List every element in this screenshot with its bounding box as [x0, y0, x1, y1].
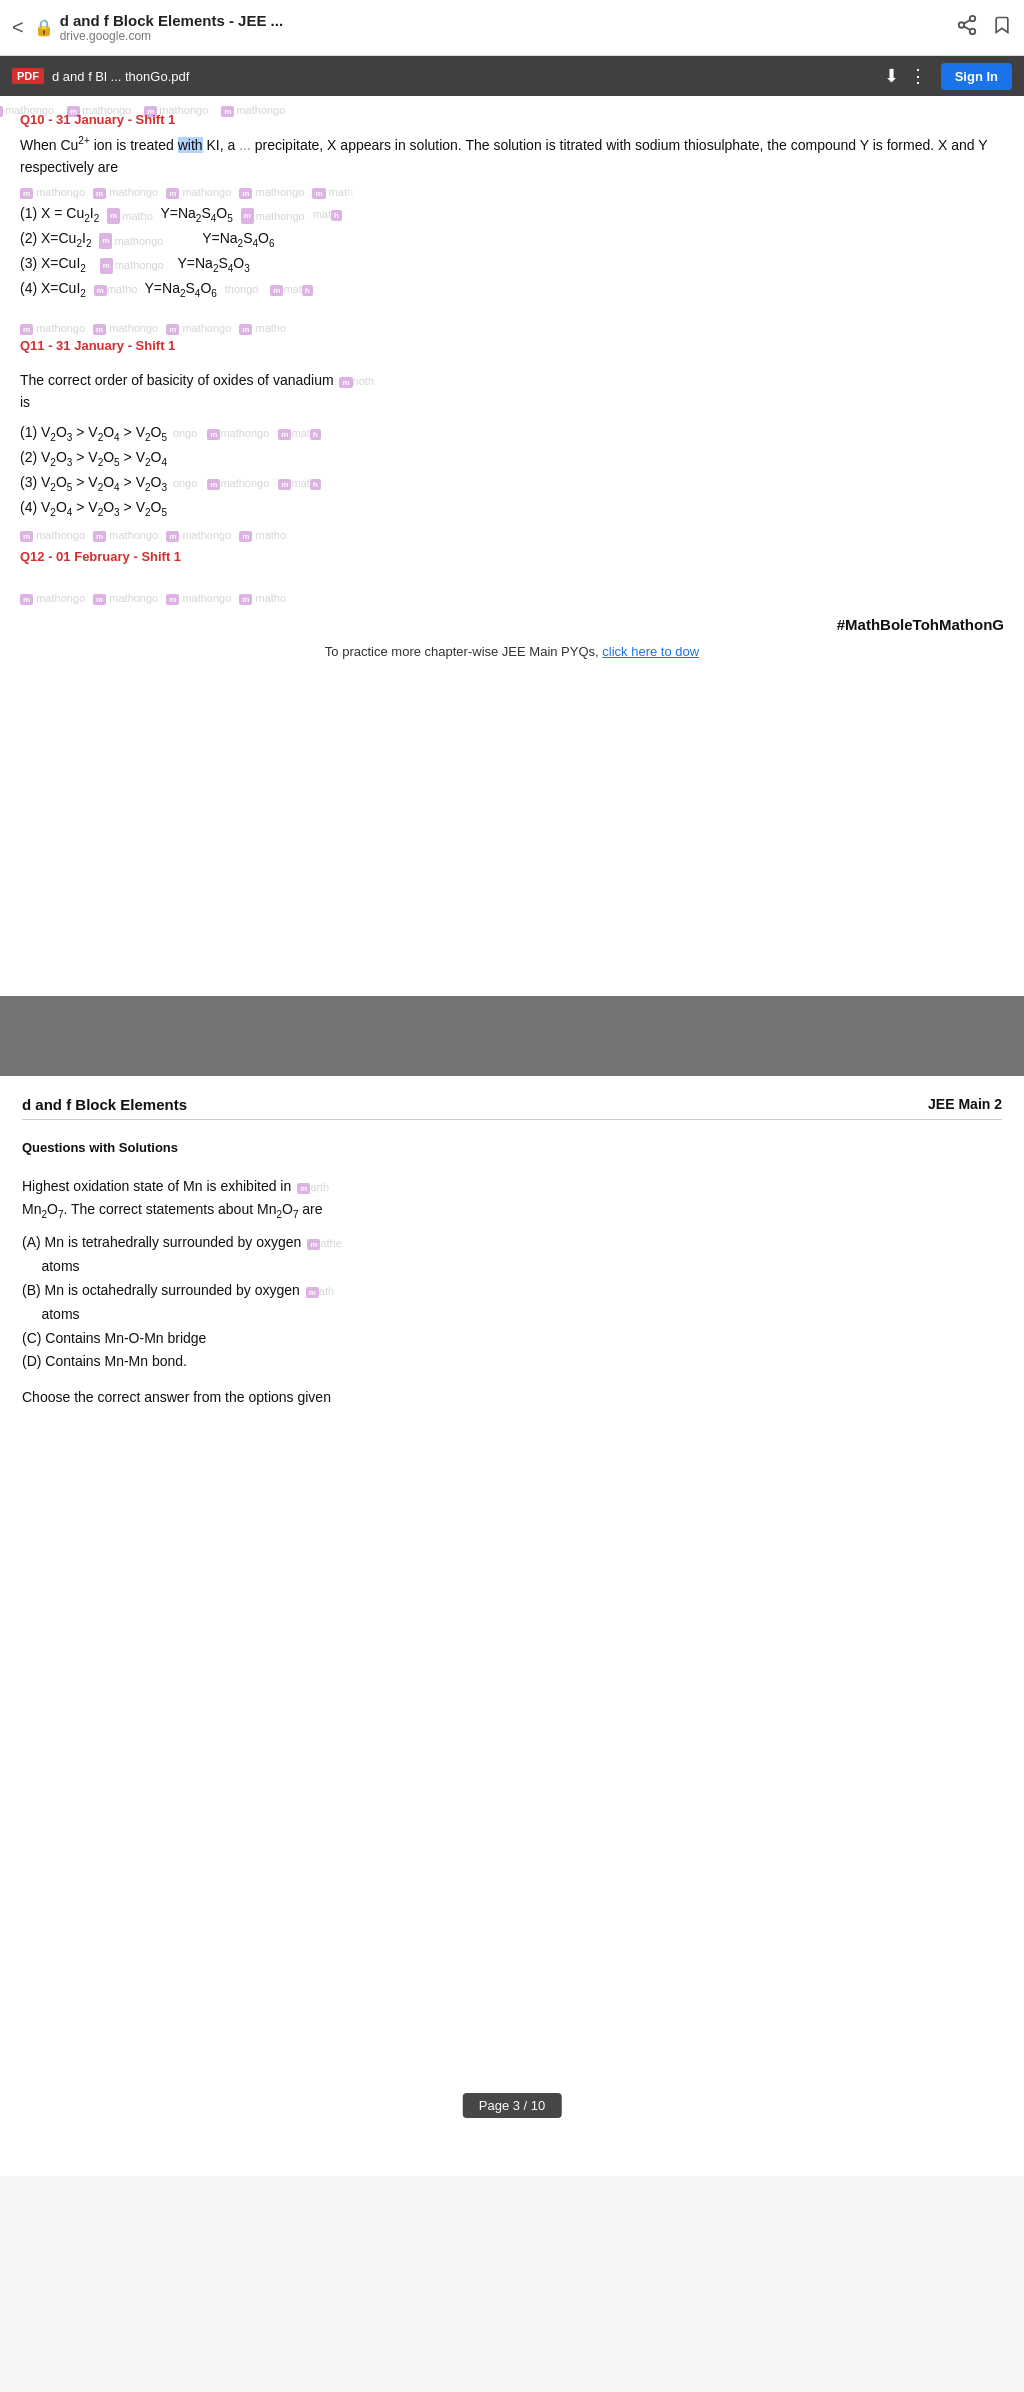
svg-point-2: [970, 29, 976, 34]
svg-line-3: [964, 26, 970, 30]
browser-title: d and f Block Elements - JEE ...: [60, 12, 956, 29]
option-d: (D) Contains Mn-Mn bond.: [22, 1350, 1002, 1374]
bookmark-icon[interactable]: [992, 14, 1012, 41]
svg-point-1: [959, 22, 965, 28]
page2-question: Highest oxidation state of Mn is exhibit…: [22, 1175, 1002, 1223]
q11-text: The correct order of basicity of oxides …: [20, 369, 1004, 414]
pdf-filename: d and f Bl ... thonGo.pdf: [52, 69, 884, 84]
q10-option-4: (4) X=CuI2 mmatho Y=Na2S4O6 thongo mmath: [20, 277, 1004, 302]
page-2-title: d and f Block Elements: [22, 1096, 187, 1113]
page-2-subtitle: JEE Main 2: [928, 1096, 1002, 1113]
branding-cta: To practice more chapter-wise JEE Main P…: [325, 644, 699, 659]
browser-title-block: d and f Block Elements - JEE ... drive.g…: [60, 12, 956, 43]
q10-options: (1) X = Cu2I2 mmatho Y=Na2S4O5 mmathongo…: [20, 202, 1004, 301]
branding-hash: #MathBoleTohMathonG: [837, 616, 1004, 633]
q10-text: When Cu2+ ion is treated with KI, a ... …: [20, 133, 1004, 178]
pdf-toolbar: PDF d and f Bl ... thonGo.pdf ⬇ ⋮ Sign I…: [0, 56, 1024, 96]
q11-options: (1) V2O3 > V2O4 > V2O5 ongo mmathongo mm…: [20, 421, 1004, 520]
with-highlight: with: [178, 137, 203, 153]
back-button[interactable]: <: [12, 16, 24, 39]
pdf-page-1: mmathongo mmathongo mmathongo mmathongo …: [0, 96, 1024, 996]
q11-label: Q11 - 31 January - Shift 1: [20, 338, 1004, 353]
option-a: (A) Mn is tetrahedrally surrounded by ox…: [22, 1231, 1002, 1279]
option-b: (B) Mn is octahedrally surrounded by oxy…: [22, 1279, 1002, 1327]
download-icon[interactable]: ⬇: [884, 65, 899, 87]
svg-line-4: [964, 20, 970, 24]
page-indicator-text: Page 3 / 10: [479, 2098, 546, 2113]
page-2-header: d and f Block Elements JEE Main 2: [22, 1096, 1002, 1120]
svg-point-0: [970, 16, 976, 22]
sign-in-button[interactable]: Sign In: [941, 63, 1012, 90]
branding-link[interactable]: click here to dow: [602, 644, 699, 659]
pdf-menu-icon[interactable]: ⋮: [909, 65, 927, 87]
q11-option-2: (2) V2O3 > V2O5 > V2O4: [20, 446, 1004, 471]
q10-option-2: (2) X=Cu2I2 mmathongo Y=Na2S4O6: [20, 227, 1004, 252]
page-indicator: Page 3 / 10: [463, 2093, 562, 2118]
browser-actions: [956, 14, 1012, 41]
lock-icon: 🔒: [34, 18, 54, 37]
pdf-label: PDF: [12, 68, 44, 84]
browser-url: drive.google.com: [60, 29, 956, 43]
q10-option-3: (3) X=CuI2 mmathongo Y=Na2S4O3: [20, 252, 1004, 277]
q12-label: Q12 - 01 February - Shift 1: [20, 549, 1004, 564]
question-10-label: Q10 - 31 January - Shift 1: [20, 112, 1004, 127]
footer-instruction: Choose the correct answer from the optio…: [22, 1386, 1002, 1409]
share-icon[interactable]: [956, 14, 978, 41]
page2-options: (A) Mn is tetrahedrally surrounded by ox…: [22, 1231, 1002, 1374]
q11-option-4: (4) V2O4 > V2O3 > V2O5: [20, 496, 1004, 521]
q10-label: Q10 - 31 January - Shift 1: [20, 112, 1004, 127]
section-label: Questions with Solutions: [22, 1140, 1002, 1155]
page-gap: [0, 996, 1024, 1076]
browser-bar: < 🔒 d and f Block Elements - JEE ... dri…: [0, 0, 1024, 56]
option-c: (C) Contains Mn-O-Mn bridge: [22, 1327, 1002, 1351]
q11-option-1: (1) V2O3 > V2O4 > V2O5 ongo mmathongo mm…: [20, 421, 1004, 446]
q10-option-1: (1) X = Cu2I2 mmatho Y=Na2S4O5 mmathongo…: [20, 202, 1004, 227]
pdf-page-2: d and f Block Elements JEE Main 2 Questi…: [0, 1076, 1024, 2176]
q11-option-3: (3) V2O5 > V2O4 > V2O3 ongo mmathongo mm…: [20, 471, 1004, 496]
